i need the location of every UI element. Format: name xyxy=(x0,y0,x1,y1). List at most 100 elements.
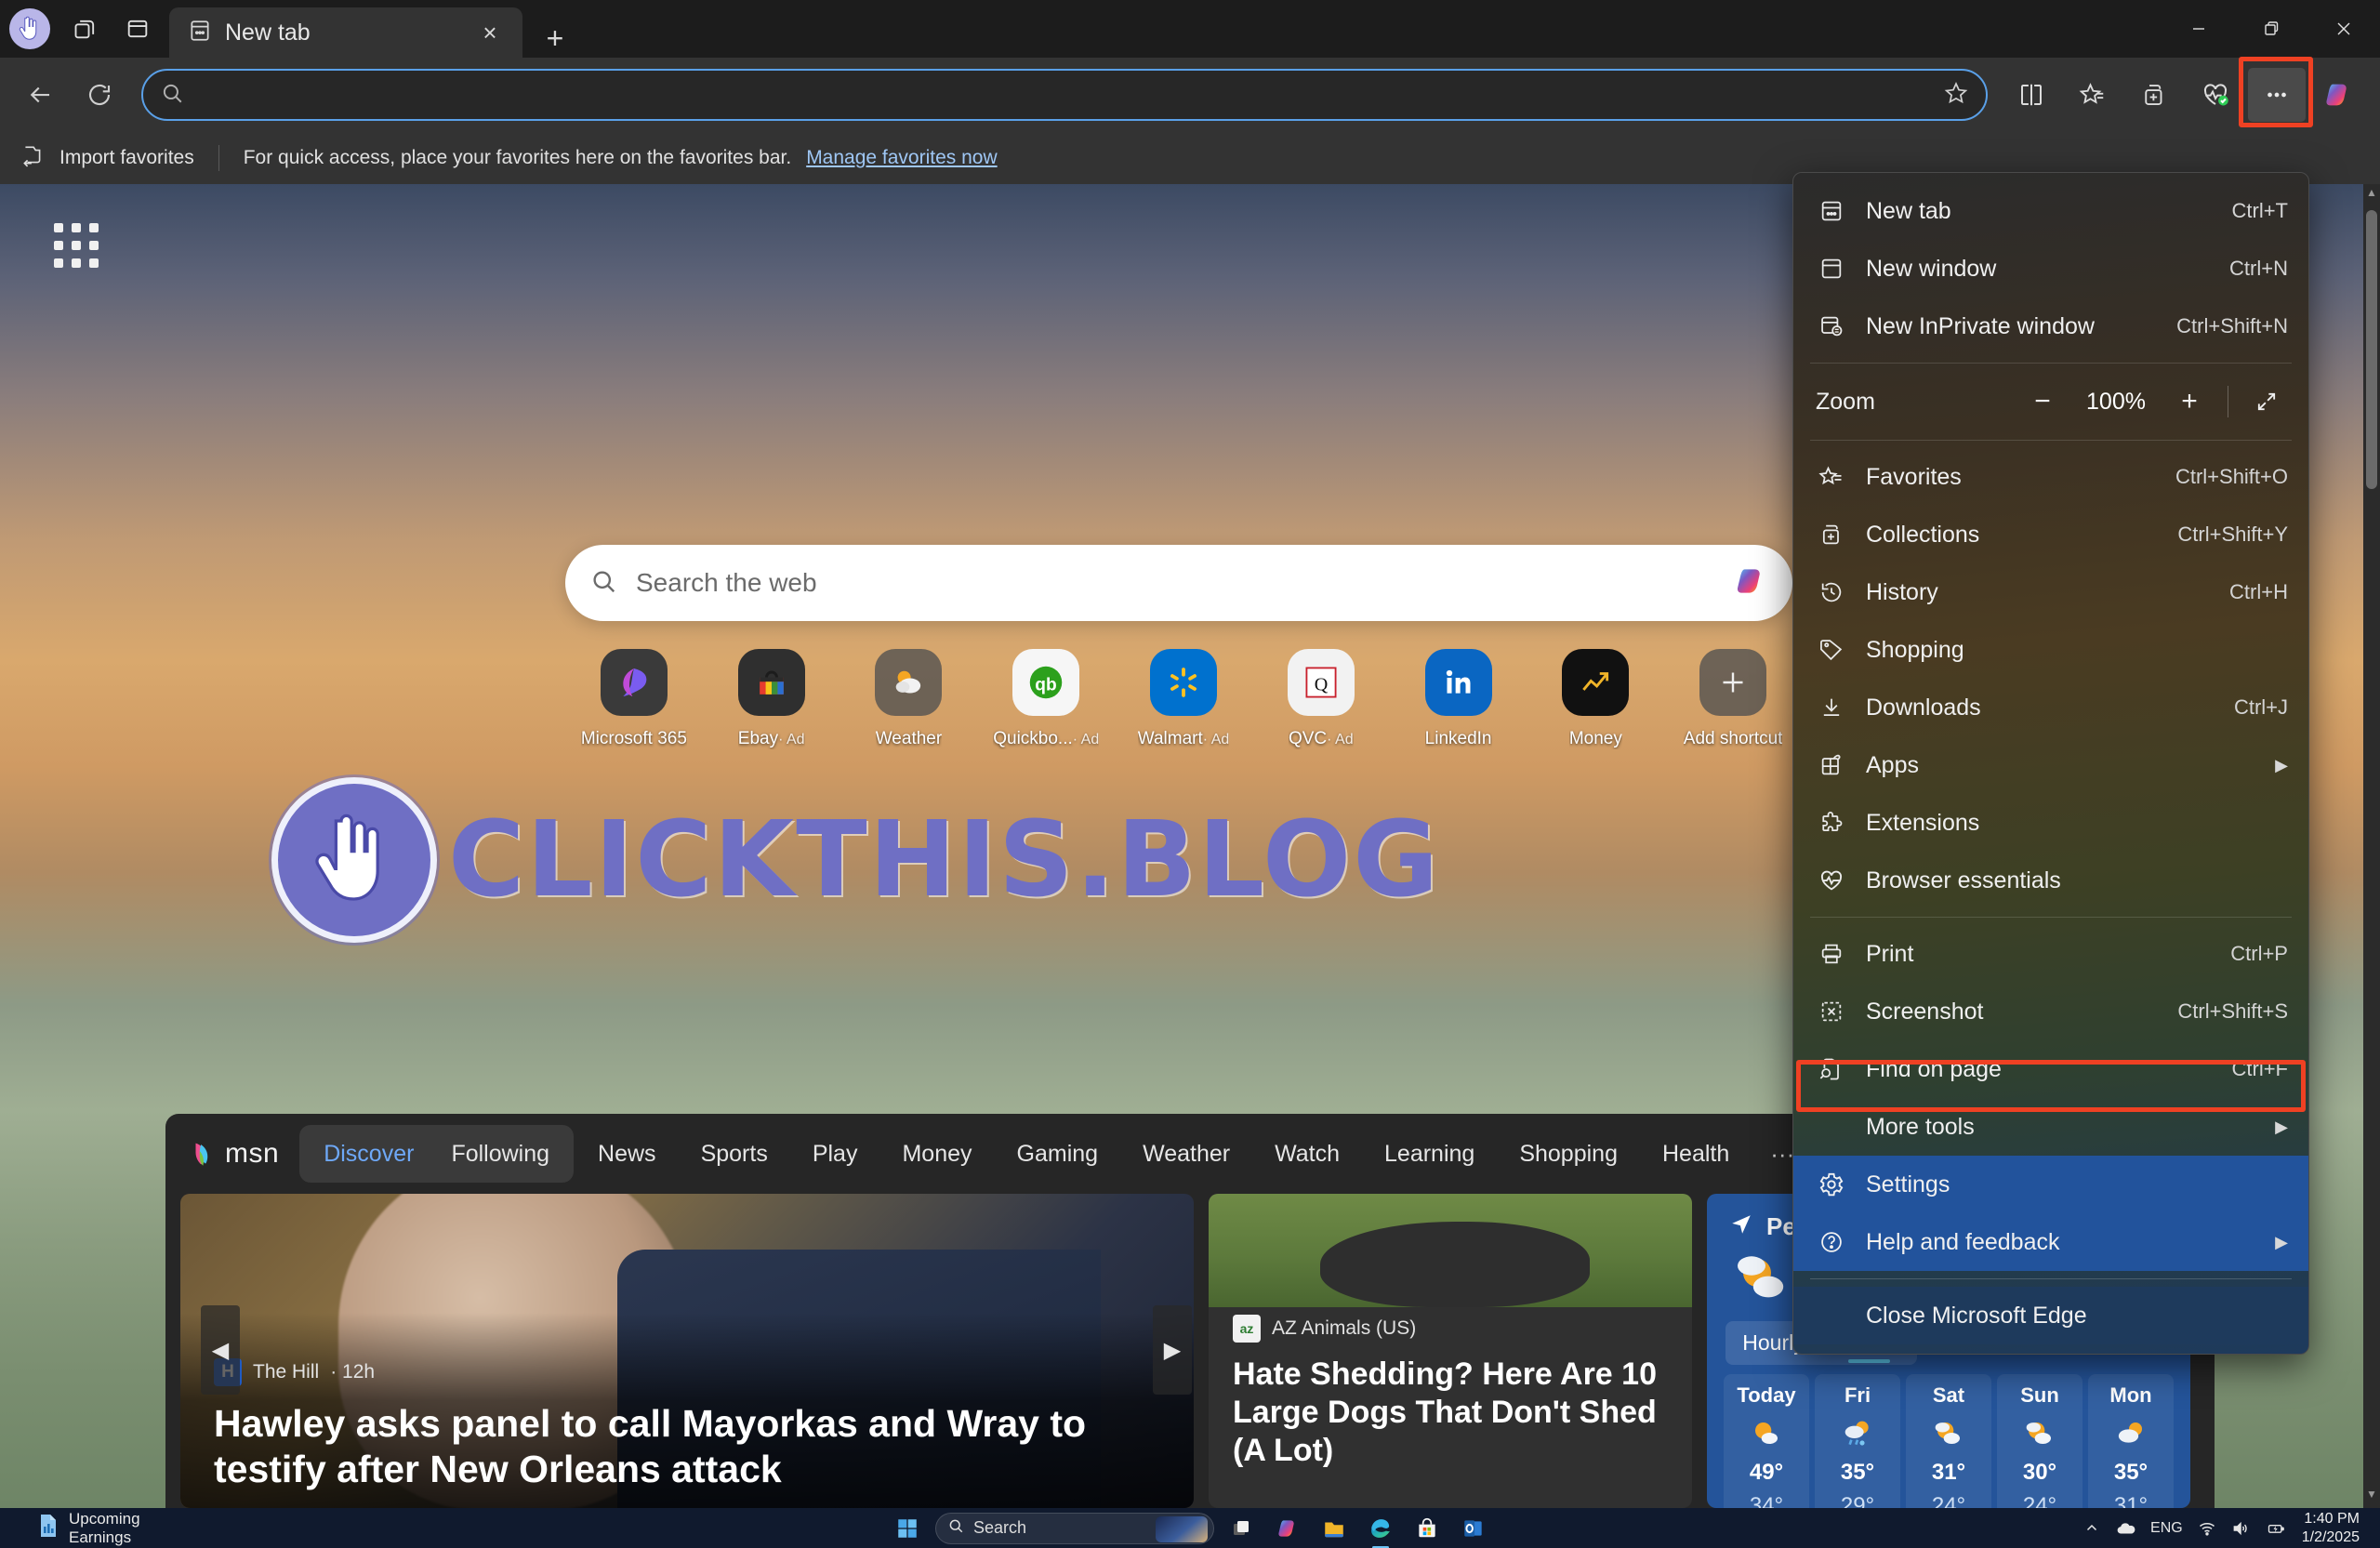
page-scrollbar[interactable]: ▲ ▼ xyxy=(2363,184,2380,1508)
copilot-icon[interactable] xyxy=(2309,68,2367,122)
fullscreen-button[interactable] xyxy=(2241,379,2292,424)
reload-button[interactable] xyxy=(73,68,126,122)
menu-item-browser-essentials[interactable]: Browser essentials xyxy=(1793,852,2308,909)
msn-tab-shopping[interactable]: Shopping xyxy=(1499,1141,1638,1168)
app-launcher-icon[interactable] xyxy=(54,223,99,268)
minimize-button[interactable] xyxy=(2162,0,2235,58)
taskbar-widgets[interactable]: Upcoming Earnings xyxy=(0,1510,140,1546)
msn-logo[interactable]: msn xyxy=(188,1138,279,1170)
shortcut-quickbooks[interactable]: qb Quickbo...· Ad xyxy=(977,649,1115,749)
battery-charging-icon[interactable] xyxy=(2265,1519,2287,1538)
zoom-out-button[interactable]: − xyxy=(2017,379,2068,424)
wifi-icon[interactable] xyxy=(2198,1519,2216,1538)
weather-icon xyxy=(875,649,943,716)
msn-tab-sports[interactable]: Sports xyxy=(681,1141,788,1168)
maximize-restore-button[interactable] xyxy=(2235,0,2307,58)
scrollbar-thumb[interactable] xyxy=(2366,210,2377,489)
menu-item-find-on-page[interactable]: Find on page Ctrl+F xyxy=(1793,1040,2308,1098)
ntp-search-input[interactable]: Search the web xyxy=(636,568,1714,598)
task-view-button[interactable] xyxy=(1222,1511,1261,1546)
menu-item-downloads[interactable]: Downloads Ctrl+J xyxy=(1793,679,2308,736)
taskbar-edge-button[interactable] xyxy=(1361,1511,1400,1548)
add-shortcut-button[interactable]: Add shortcut xyxy=(1664,649,1802,749)
taskbar-clock[interactable]: 1:40 PM 1/2/2025 xyxy=(2302,1510,2360,1545)
taskbar-file-explorer-button[interactable] xyxy=(1315,1511,1354,1546)
news-card-secondary[interactable]: az AZ Animals (US) Hate Shedding? Here A… xyxy=(1209,1194,1692,1508)
shortcut-walmart[interactable]: Walmart· Ad xyxy=(1115,649,1252,749)
volume-icon[interactable] xyxy=(2231,1519,2250,1538)
close-tab-icon[interactable]: × xyxy=(470,13,509,52)
collections-icon[interactable] xyxy=(2125,68,2183,122)
menu-item-more-tools[interactable]: More tools ▶ xyxy=(1793,1098,2308,1156)
menu-item-screenshot[interactable]: Screenshot Ctrl+Shift+S xyxy=(1793,983,2308,1040)
menu-item-settings[interactable]: Settings xyxy=(1793,1156,2308,1213)
forecast-day[interactable]: Sat 31° 24° xyxy=(1906,1374,1991,1508)
shortcut-qvc[interactable]: Q QVC· Ad xyxy=(1252,649,1390,749)
menu-item-new-inprivate-window[interactable]: New InPrivate window Ctrl+Shift+N xyxy=(1793,298,2308,355)
menu-item-extensions[interactable]: Extensions xyxy=(1793,794,2308,852)
settings-and-more-button[interactable] xyxy=(2239,57,2313,127)
menu-item-new-window[interactable]: New window Ctrl+N xyxy=(1793,240,2308,298)
msn-tab-learning[interactable]: Learning xyxy=(1364,1141,1495,1168)
onedrive-icon[interactable] xyxy=(2115,1518,2135,1539)
taskbar-copilot-button[interactable] xyxy=(1268,1511,1307,1546)
menu-item-shopping[interactable]: Shopping xyxy=(1793,621,2308,679)
import-favorites-icon[interactable] xyxy=(20,143,45,173)
import-favorites-label[interactable]: Import favorites xyxy=(60,147,194,169)
split-pane-icon[interactable] xyxy=(113,5,162,53)
menu-item-collections[interactable]: Collections Ctrl+Shift+Y xyxy=(1793,506,2308,563)
msn-tab-gaming[interactable]: Gaming xyxy=(997,1141,1119,1168)
copilot-icon[interactable] xyxy=(1733,563,1768,603)
favorites-icon[interactable] xyxy=(2064,68,2122,122)
ntp-search-box[interactable]: Search the web xyxy=(565,545,1792,621)
msn-tab-play[interactable]: Play xyxy=(792,1141,879,1168)
new-tab-button[interactable]: + xyxy=(536,19,575,58)
msn-tab-news[interactable]: News xyxy=(577,1141,677,1168)
browser-essentials-icon[interactable] xyxy=(2187,68,2244,122)
menu-item-history[interactable]: History Ctrl+H xyxy=(1793,563,2308,621)
show-hidden-icons-button[interactable] xyxy=(2083,1520,2100,1537)
taskbar-microsoft-store-button[interactable] xyxy=(1408,1511,1447,1546)
manage-favorites-link[interactable]: Manage favorites now xyxy=(806,147,997,169)
msn-tab-following[interactable]: Following xyxy=(432,1128,568,1180)
language-indicator[interactable]: ENG xyxy=(2150,1520,2183,1537)
forecast-day[interactable]: Mon 35° 31° xyxy=(2088,1374,2174,1508)
menu-item-help-and-feedback[interactable]: Help and feedback ▶ xyxy=(1793,1213,2308,1271)
forecast-day[interactable]: Sun 30° 24° xyxy=(1997,1374,2082,1508)
shortcut-weather[interactable]: Weather xyxy=(840,649,978,749)
taskbar-search-box[interactable]: Search xyxy=(935,1512,1214,1544)
msn-tab-health[interactable]: Health xyxy=(1642,1141,1750,1168)
msn-tab-money[interactable]: Money xyxy=(881,1141,992,1168)
back-button[interactable] xyxy=(13,68,67,122)
shortcut-microsoft-365[interactable]: Microsoft 365 xyxy=(565,649,703,749)
menu-item-print[interactable]: Print Ctrl+P xyxy=(1793,925,2308,983)
scroll-down-arrow[interactable]: ▼ xyxy=(2363,1488,2380,1506)
split-screen-icon[interactable] xyxy=(2003,68,2060,122)
carousel-next-button[interactable]: ▶ xyxy=(1153,1305,1192,1395)
forecast-day[interactable]: Today 49° 34° xyxy=(1724,1374,1809,1508)
msn-tab-weather[interactable]: Weather xyxy=(1122,1141,1250,1168)
msn-tab-watch[interactable]: Watch xyxy=(1254,1141,1360,1168)
tab-actions-icon[interactable] xyxy=(61,5,110,53)
menu-item-close-edge[interactable]: Close Microsoft Edge xyxy=(1793,1287,2308,1344)
favorite-star-icon[interactable] xyxy=(1943,80,1969,111)
browser-tab[interactable]: New tab × xyxy=(169,7,522,58)
profile-avatar[interactable] xyxy=(9,8,50,49)
carousel-prev-button[interactable]: ◀ xyxy=(201,1305,240,1395)
shortcut-linkedin[interactable]: LinkedIn xyxy=(1390,649,1527,749)
address-bar[interactable] xyxy=(141,69,1988,121)
start-button[interactable] xyxy=(887,1511,928,1546)
close-window-button[interactable] xyxy=(2307,0,2380,58)
forecast-day[interactable]: Fri 35° 29° xyxy=(1815,1374,1900,1508)
shortcut-ebay[interactable]: Ebay· Ad xyxy=(703,649,840,749)
taskbar-outlook-button[interactable] xyxy=(1454,1511,1493,1546)
msn-tab-discover[interactable]: Discover xyxy=(305,1128,432,1180)
menu-item-apps[interactable]: Apps ▶ xyxy=(1793,736,2308,794)
scroll-up-arrow[interactable]: ▲ xyxy=(2363,186,2380,205)
zoom-in-button[interactable]: + xyxy=(2164,379,2215,424)
shortcut-money[interactable]: Money xyxy=(1527,649,1664,749)
menu-item-new-tab[interactable]: New tab Ctrl+T xyxy=(1793,182,2308,240)
menu-item-favorites[interactable]: Favorites Ctrl+Shift+O xyxy=(1793,448,2308,506)
news-card-hero[interactable]: H The Hill · 12h Hawley asks panel to ca… xyxy=(180,1194,1194,1508)
taskbar-search-input[interactable]: Search xyxy=(973,1518,1026,1538)
